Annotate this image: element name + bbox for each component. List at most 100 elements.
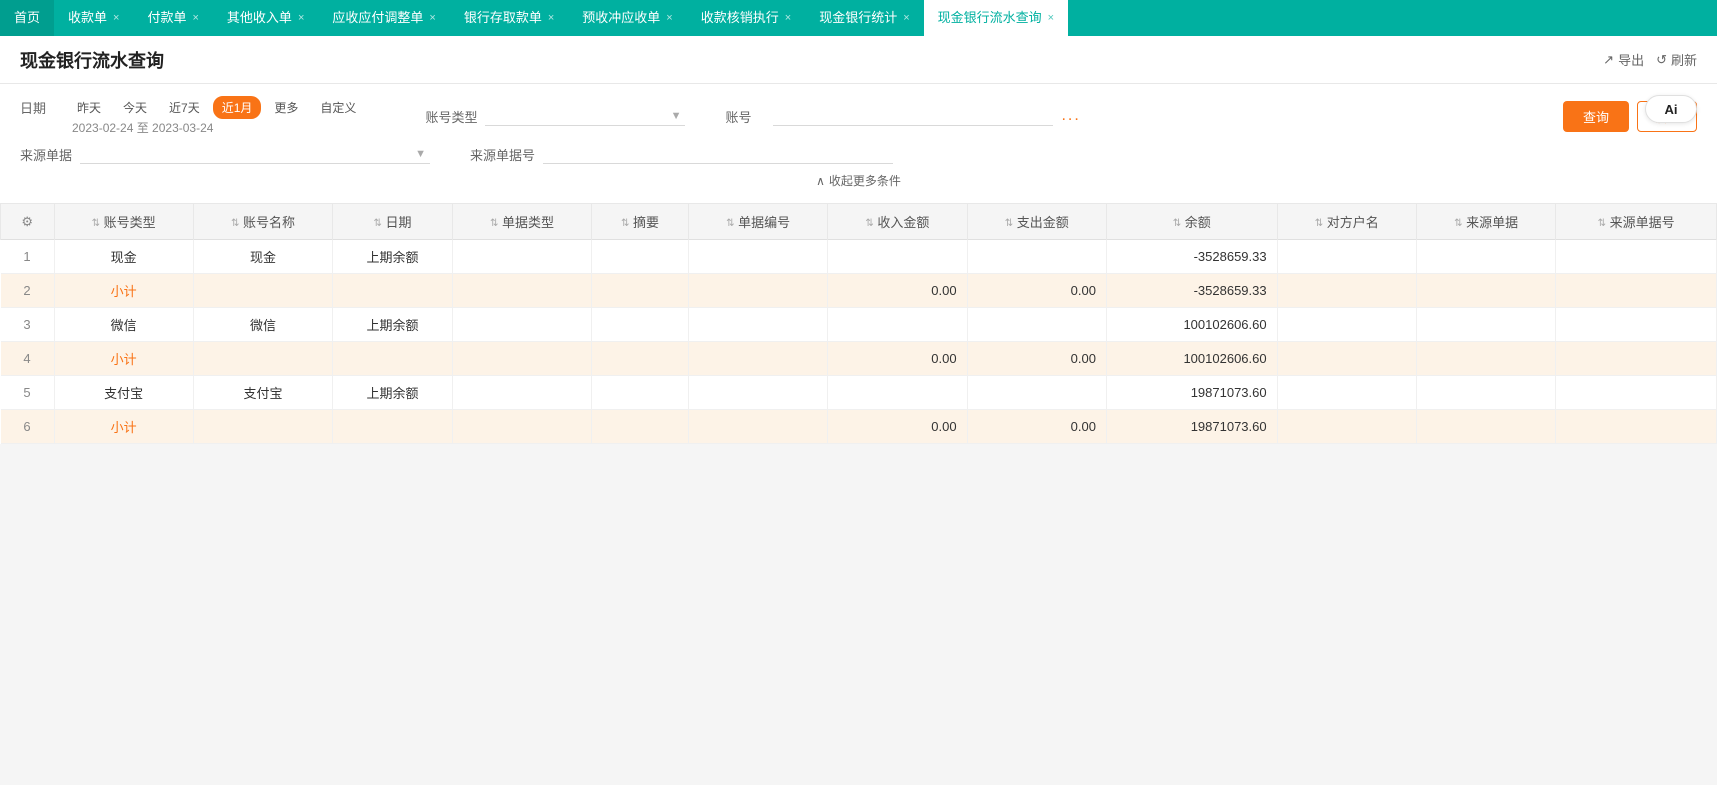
table-cell bbox=[688, 342, 827, 376]
table-cell bbox=[1416, 342, 1555, 376]
table-cell bbox=[452, 308, 591, 342]
close-collection-exec-icon[interactable]: × bbox=[785, 0, 791, 36]
date-btn-yesterday[interactable]: 昨天 bbox=[68, 96, 110, 119]
table-cell bbox=[967, 240, 1106, 274]
account-dots-button[interactable]: ... bbox=[1061, 107, 1080, 125]
col-account-type: ⇅ 账号类型 bbox=[54, 204, 193, 240]
table-cell bbox=[1277, 410, 1416, 444]
table-cell bbox=[1416, 376, 1555, 410]
source-doc-select[interactable] bbox=[80, 144, 420, 163]
nav-home[interactable]: 首页 bbox=[0, 0, 54, 36]
nav-cash-bank-flow[interactable]: 现金银行流水查询 × bbox=[924, 0, 1068, 36]
nav-payments[interactable]: 付款单 × bbox=[133, 0, 212, 36]
table-cell: 100102606.60 bbox=[1106, 308, 1277, 342]
table-cell: 微信 bbox=[54, 308, 193, 342]
table-cell bbox=[193, 410, 332, 444]
date-label: 日期 bbox=[20, 98, 60, 117]
table-cell bbox=[333, 410, 453, 444]
page-header: 现金银行流水查询 ↗ 导出 ↺ 刷新 bbox=[0, 36, 1717, 84]
table-cell: 1 bbox=[1, 240, 55, 274]
nav-advance-offset[interactable]: 预收冲应收单 × bbox=[568, 0, 686, 36]
table-cell bbox=[828, 240, 967, 274]
source-doc-select-wrapper: ▼ bbox=[80, 144, 430, 164]
refresh-button[interactable]: ↺ 刷新 bbox=[1656, 50, 1697, 69]
table-cell bbox=[828, 308, 967, 342]
table-cell: 4 bbox=[1, 342, 55, 376]
table-cell: 微信 bbox=[193, 308, 332, 342]
table-cell bbox=[1416, 308, 1555, 342]
source-doc-no-input[interactable] bbox=[543, 144, 893, 164]
account-label: 账号 bbox=[725, 107, 765, 126]
account-type-select[interactable]: 现金 微信 支付宝 bbox=[485, 106, 685, 125]
table-cell bbox=[592, 274, 689, 308]
table-cell bbox=[967, 308, 1106, 342]
table-cell: 上期余额 bbox=[333, 308, 453, 342]
table-cell: 2 bbox=[1, 274, 55, 308]
col-date: ⇅ 日期 bbox=[333, 204, 453, 240]
nav-other-income[interactable]: 其他收入单 × bbox=[213, 0, 318, 36]
account-input[interactable] bbox=[773, 106, 1053, 126]
table-cell bbox=[452, 240, 591, 274]
table-cell bbox=[193, 342, 332, 376]
table-cell: 0.00 bbox=[828, 342, 967, 376]
ai-badge[interactable]: Ai bbox=[1645, 95, 1697, 123]
close-cash-bank-stat-icon[interactable]: × bbox=[903, 0, 909, 36]
date-btn-1month[interactable]: 近1月 bbox=[213, 96, 262, 119]
table-cell: 100102606.60 bbox=[1106, 342, 1277, 376]
table-cell: -3528659.33 bbox=[1106, 240, 1277, 274]
date-btn-7days[interactable]: 近7天 bbox=[160, 96, 209, 119]
gear-icon[interactable]: ⚙ bbox=[21, 214, 33, 229]
col-income: ⇅ 收入金额 bbox=[828, 204, 967, 240]
table-cell bbox=[1277, 376, 1416, 410]
table-cell: 0.00 bbox=[828, 274, 967, 308]
nav-bank-deposit[interactable]: 银行存取款单 × bbox=[450, 0, 568, 36]
table-cell: 0.00 bbox=[967, 274, 1106, 308]
table-row: 5支付宝支付宝上期余额19871073.60 bbox=[1, 376, 1717, 410]
close-cash-bank-flow-icon[interactable]: × bbox=[1048, 0, 1054, 36]
date-btn-custom[interactable]: 自定义 bbox=[311, 96, 365, 119]
close-other-income-icon[interactable]: × bbox=[298, 0, 304, 36]
close-receipts-icon[interactable]: × bbox=[113, 0, 119, 36]
table-cell: 小计 bbox=[54, 342, 193, 376]
nav-collection-exec[interactable]: 收款核销执行 × bbox=[687, 0, 805, 36]
col-settings[interactable]: ⚙ bbox=[1, 204, 55, 240]
close-payments-icon[interactable]: × bbox=[192, 0, 198, 36]
nav-cash-bank-stat[interactable]: 现金银行统计 × bbox=[805, 0, 923, 36]
table-cell bbox=[1277, 308, 1416, 342]
table-cell: 0.00 bbox=[967, 410, 1106, 444]
close-bank-deposit-icon[interactable]: × bbox=[548, 0, 554, 36]
nav-receipts[interactable]: 收款单 × bbox=[54, 0, 133, 36]
table-cell bbox=[1556, 376, 1717, 410]
table-cell bbox=[452, 376, 591, 410]
table-cell bbox=[333, 342, 453, 376]
query-button[interactable]: 查询 bbox=[1563, 101, 1629, 132]
table-cell: 上期余额 bbox=[333, 376, 453, 410]
table-cell bbox=[333, 274, 453, 308]
table-cell bbox=[592, 342, 689, 376]
table-cell: 支付宝 bbox=[54, 376, 193, 410]
header-actions: ↗ 导出 ↺ 刷新 bbox=[1603, 50, 1697, 69]
table-cell: 19871073.60 bbox=[1106, 410, 1277, 444]
collapse-up-icon: ∧ bbox=[816, 174, 825, 188]
nav-ar-adjust[interactable]: 应收应付调整单 × bbox=[318, 0, 449, 36]
export-icon: ↗ bbox=[1603, 52, 1614, 68]
collapse-bar[interactable]: ∧ 收起更多条件 bbox=[20, 168, 1697, 195]
date-options: 昨天 今天 近7天 近1月 更多 自定义 bbox=[68, 96, 365, 119]
filter-row-date: 日期 昨天 今天 近7天 近1月 更多 自定义 2023-02-24 至 202… bbox=[20, 96, 1697, 136]
table-cell bbox=[1556, 274, 1717, 308]
date-btn-today[interactable]: 今天 bbox=[114, 96, 156, 119]
close-advance-offset-icon[interactable]: × bbox=[666, 0, 672, 36]
table-cell bbox=[452, 410, 591, 444]
export-button[interactable]: ↗ 导出 bbox=[1603, 50, 1644, 69]
table-cell bbox=[592, 376, 689, 410]
table-cell bbox=[1556, 342, 1717, 376]
source-doc-no-wrapper: 来源单据号 bbox=[470, 144, 893, 164]
date-btn-more[interactable]: 更多 bbox=[265, 96, 307, 119]
table-cell: 支付宝 bbox=[193, 376, 332, 410]
table-cell bbox=[688, 274, 827, 308]
close-ar-adjust-icon[interactable]: × bbox=[429, 0, 435, 36]
table-cell bbox=[193, 274, 332, 308]
page-title: 现金银行流水查询 bbox=[20, 47, 164, 73]
table-cell: 6 bbox=[1, 410, 55, 444]
table-cell bbox=[1277, 342, 1416, 376]
